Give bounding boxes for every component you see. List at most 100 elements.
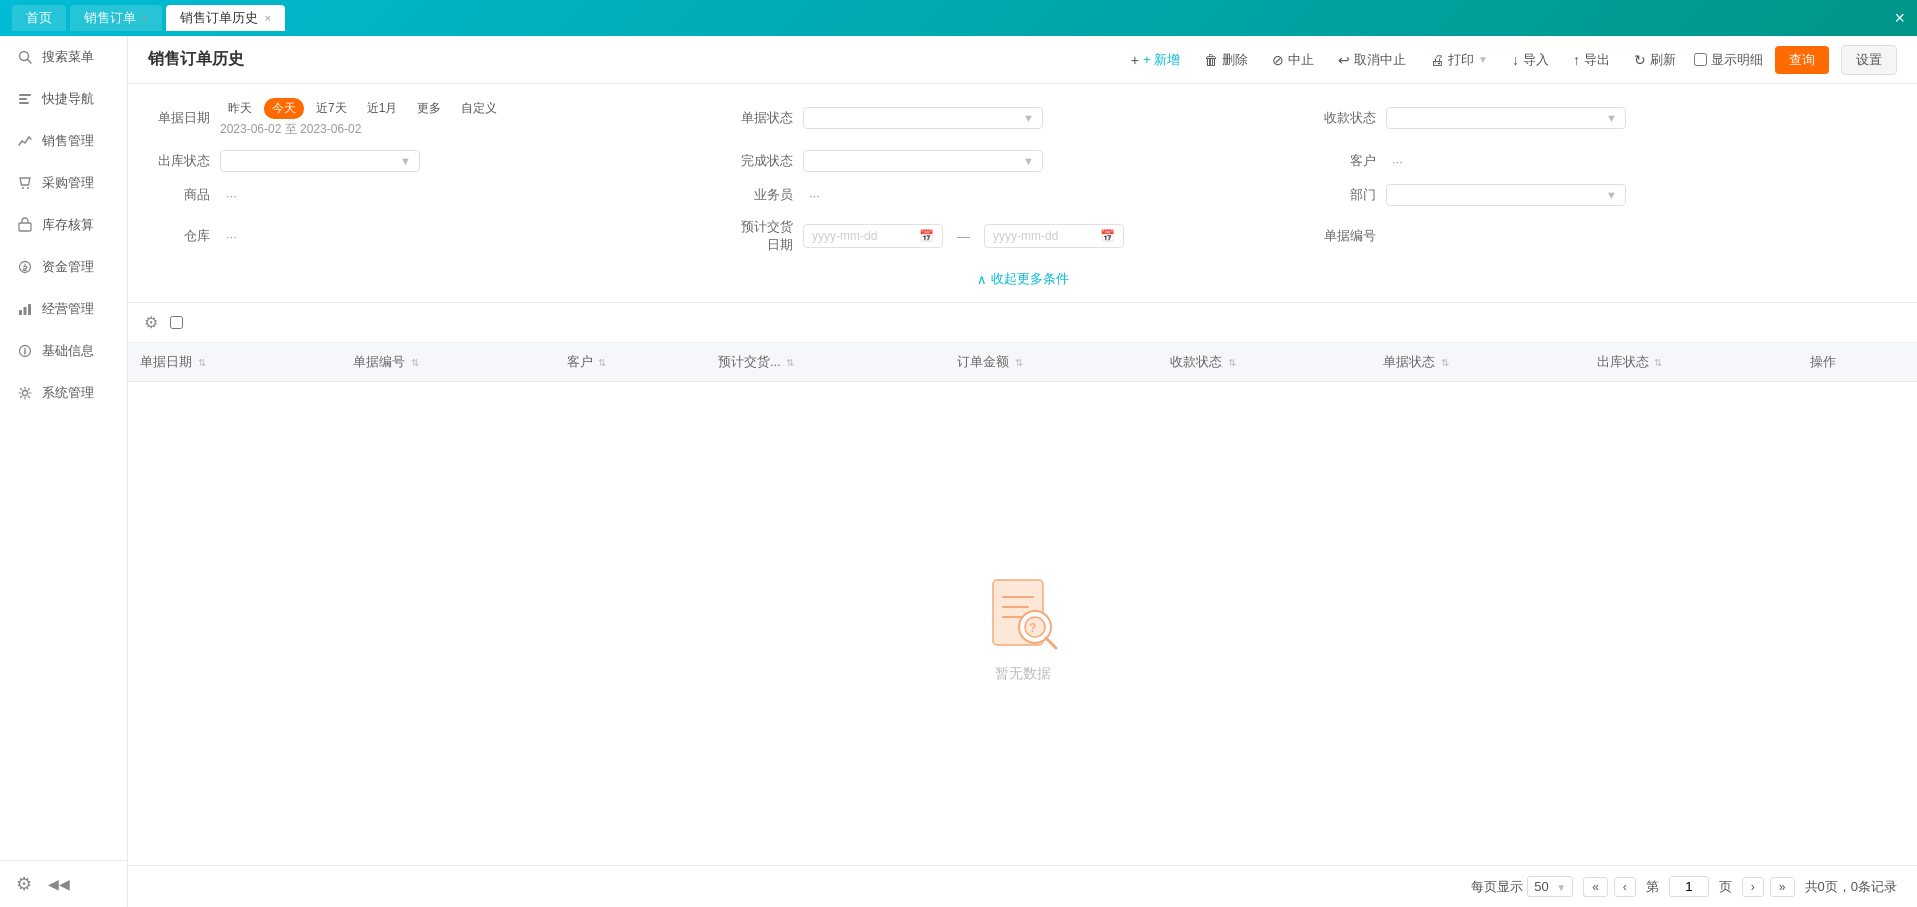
- nav-icon: [16, 90, 34, 108]
- import-button[interactable]: ↓ 导入: [1506, 47, 1555, 73]
- complete-status-control: ▼: [803, 150, 1314, 172]
- sort-delivery-icon[interactable]: ⇅: [1654, 357, 1662, 368]
- tab-home[interactable]: 首页: [12, 5, 66, 31]
- date-btn-1month[interactable]: 近1月: [359, 98, 406, 119]
- delete-icon: 🗑: [1204, 52, 1218, 68]
- tab-sales-order[interactable]: 销售订单 ×: [70, 5, 162, 31]
- filter-order-number-item: 单据编号: [1314, 227, 1897, 245]
- table-settings-icon[interactable]: ⚙: [144, 313, 158, 332]
- sidebar-item-search[interactable]: 搜索菜单: [0, 36, 127, 78]
- main-layout: 搜索菜单 快捷导航 销售管理 采购管理 库存核算: [0, 36, 1917, 907]
- payment-status-label: 收款状态: [1314, 109, 1386, 127]
- sidebar-collapse-icon[interactable]: ◀◀: [48, 876, 70, 892]
- sort-amount-icon[interactable]: ⇅: [1015, 357, 1023, 368]
- filter-expected-date-item: 预计交货日期 yyyy-mm-dd 📅 — yyyy-mm-dd 📅: [731, 218, 1314, 254]
- stop-button[interactable]: ⊘ 中止: [1266, 47, 1320, 73]
- sort-date-icon[interactable]: ⇅: [198, 357, 206, 368]
- expected-date-label: 预计交货日期: [731, 218, 803, 254]
- order-status-select[interactable]: ▼: [803, 107, 1043, 129]
- warehouse-picker[interactable]: ···: [220, 227, 243, 246]
- date-separator: —: [957, 229, 970, 244]
- sort-customer-icon[interactable]: ⇅: [598, 357, 606, 368]
- print-icon: 🖨: [1430, 52, 1444, 68]
- sort-order-status-icon[interactable]: ⇅: [1441, 357, 1449, 368]
- expected-date-to[interactable]: yyyy-mm-dd 📅: [984, 224, 1124, 248]
- sidebar-settings-icon[interactable]: ⚙: [16, 873, 32, 895]
- sidebar-item-system[interactable]: 系统管理: [0, 372, 127, 414]
- stop-icon: ⊘: [1272, 52, 1284, 68]
- delivery-status-control: ▼: [220, 150, 731, 172]
- svg-rect-9: [19, 310, 22, 315]
- page-size-box[interactable]: 50 ▼: [1527, 876, 1573, 897]
- calendar-from-icon[interactable]: 📅: [919, 229, 934, 243]
- payment-status-dropdown-icon: ▼: [1606, 112, 1617, 124]
- svg-rect-7: [19, 223, 31, 231]
- refresh-button[interactable]: ↻ 刷新: [1628, 47, 1682, 73]
- svg-line-20: [1046, 638, 1056, 648]
- top-bar: 首页 销售订单 × 销售订单历史 × ×: [0, 0, 1917, 36]
- sidebar-item-operation[interactable]: 经营管理: [0, 288, 127, 330]
- department-dropdown-icon: ▼: [1606, 189, 1617, 201]
- date-btn-more[interactable]: 更多: [409, 98, 449, 119]
- tab-bar: 首页 销售订单 × 销售订单历史 ×: [12, 5, 1894, 31]
- filter-complete-status-item: 完成状态 ▼: [731, 150, 1314, 172]
- finance-icon: [16, 258, 34, 276]
- display-detail-toggle[interactable]: 显示明细: [1694, 51, 1763, 69]
- date-btn-today[interactable]: 今天: [264, 98, 304, 119]
- sidebar-item-inventory[interactable]: 库存核算: [0, 204, 127, 246]
- svg-point-6: [27, 187, 29, 189]
- settings-button[interactable]: 设置: [1841, 45, 1897, 75]
- salesperson-picker[interactable]: ···: [803, 186, 826, 205]
- customer-control: ···: [1386, 152, 1897, 171]
- page-number-input[interactable]: [1669, 876, 1709, 897]
- sidebar-item-nav[interactable]: 快捷导航: [0, 78, 127, 120]
- select-all-checkbox[interactable]: [170, 316, 183, 329]
- sort-order-icon[interactable]: ⇅: [411, 357, 419, 368]
- export-button[interactable]: ↑ 导出: [1567, 47, 1616, 73]
- th-date: 单据日期 ⇅: [128, 343, 341, 382]
- sidebar-item-sales[interactable]: 销售管理: [0, 120, 127, 162]
- page-last-button[interactable]: »: [1770, 877, 1795, 897]
- page-next-button[interactable]: ›: [1742, 877, 1764, 897]
- department-label: 部门: [1314, 186, 1386, 204]
- th-amount: 订单金额 ⇅: [945, 343, 1158, 382]
- sales-icon: [16, 132, 34, 150]
- new-button[interactable]: + + 新增: [1125, 47, 1186, 73]
- query-button[interactable]: 查询: [1775, 46, 1829, 74]
- warehouse-label: 仓库: [148, 227, 220, 245]
- expected-date-from[interactable]: yyyy-mm-dd 📅: [803, 224, 943, 248]
- date-btn-7days[interactable]: 近7天: [308, 98, 355, 119]
- cancel-stop-button[interactable]: ↩ 取消中止: [1332, 47, 1412, 73]
- sort-expected-icon[interactable]: ⇅: [786, 357, 794, 368]
- sidebar-item-info[interactable]: 基础信息: [0, 330, 127, 372]
- complete-status-select[interactable]: ▼: [803, 150, 1043, 172]
- product-picker[interactable]: ···: [220, 186, 243, 205]
- window-close-button[interactable]: ×: [1894, 8, 1905, 29]
- calendar-to-icon[interactable]: 📅: [1100, 229, 1115, 243]
- date-btn-yesterday[interactable]: 昨天: [220, 98, 260, 119]
- sort-payment-icon[interactable]: ⇅: [1228, 357, 1236, 368]
- sidebar-item-purchase[interactable]: 采购管理: [0, 162, 127, 204]
- display-detail-checkbox[interactable]: [1694, 53, 1707, 66]
- tab-sales-order-history-close[interactable]: ×: [264, 12, 270, 24]
- page-header: 销售订单历史 + + 新增 🗑 删除 ⊘ 中止 ↩ 取消中止: [128, 36, 1917, 84]
- delivery-status-select[interactable]: ▼: [220, 150, 420, 172]
- print-button[interactable]: 🖨 打印 ▼: [1424, 47, 1494, 73]
- data-table: 单据日期 ⇅ 单据编号 ⇅ 客户 ⇅ 预计交货...: [128, 343, 1917, 382]
- page-prev-button[interactable]: ‹: [1614, 877, 1636, 897]
- customer-picker[interactable]: ···: [1386, 152, 1409, 171]
- delete-button[interactable]: 🗑 删除: [1198, 47, 1254, 73]
- th-order-status: 单据状态 ⇅: [1371, 343, 1584, 382]
- tab-sales-order-close[interactable]: ×: [142, 12, 148, 24]
- department-select[interactable]: ▼: [1386, 184, 1626, 206]
- payment-status-select[interactable]: ▼: [1386, 107, 1626, 129]
- table-header-row: 单据日期 ⇅ 单据编号 ⇅ 客户 ⇅ 预计交货...: [128, 343, 1917, 382]
- warehouse-control: ···: [220, 227, 731, 246]
- footer-pagination: 每页显示 50 ▼ « ‹ 第 页 › » 共0页，0条记录: [128, 865, 1917, 907]
- page-first-button[interactable]: «: [1583, 877, 1608, 897]
- date-btn-custom[interactable]: 自定义: [453, 98, 505, 119]
- collapse-row[interactable]: ∧ 收起更多条件: [148, 266, 1897, 288]
- product-control: ···: [220, 186, 731, 205]
- tab-sales-order-history[interactable]: 销售订单历史 ×: [166, 5, 284, 31]
- sidebar-item-finance[interactable]: 资金管理: [0, 246, 127, 288]
